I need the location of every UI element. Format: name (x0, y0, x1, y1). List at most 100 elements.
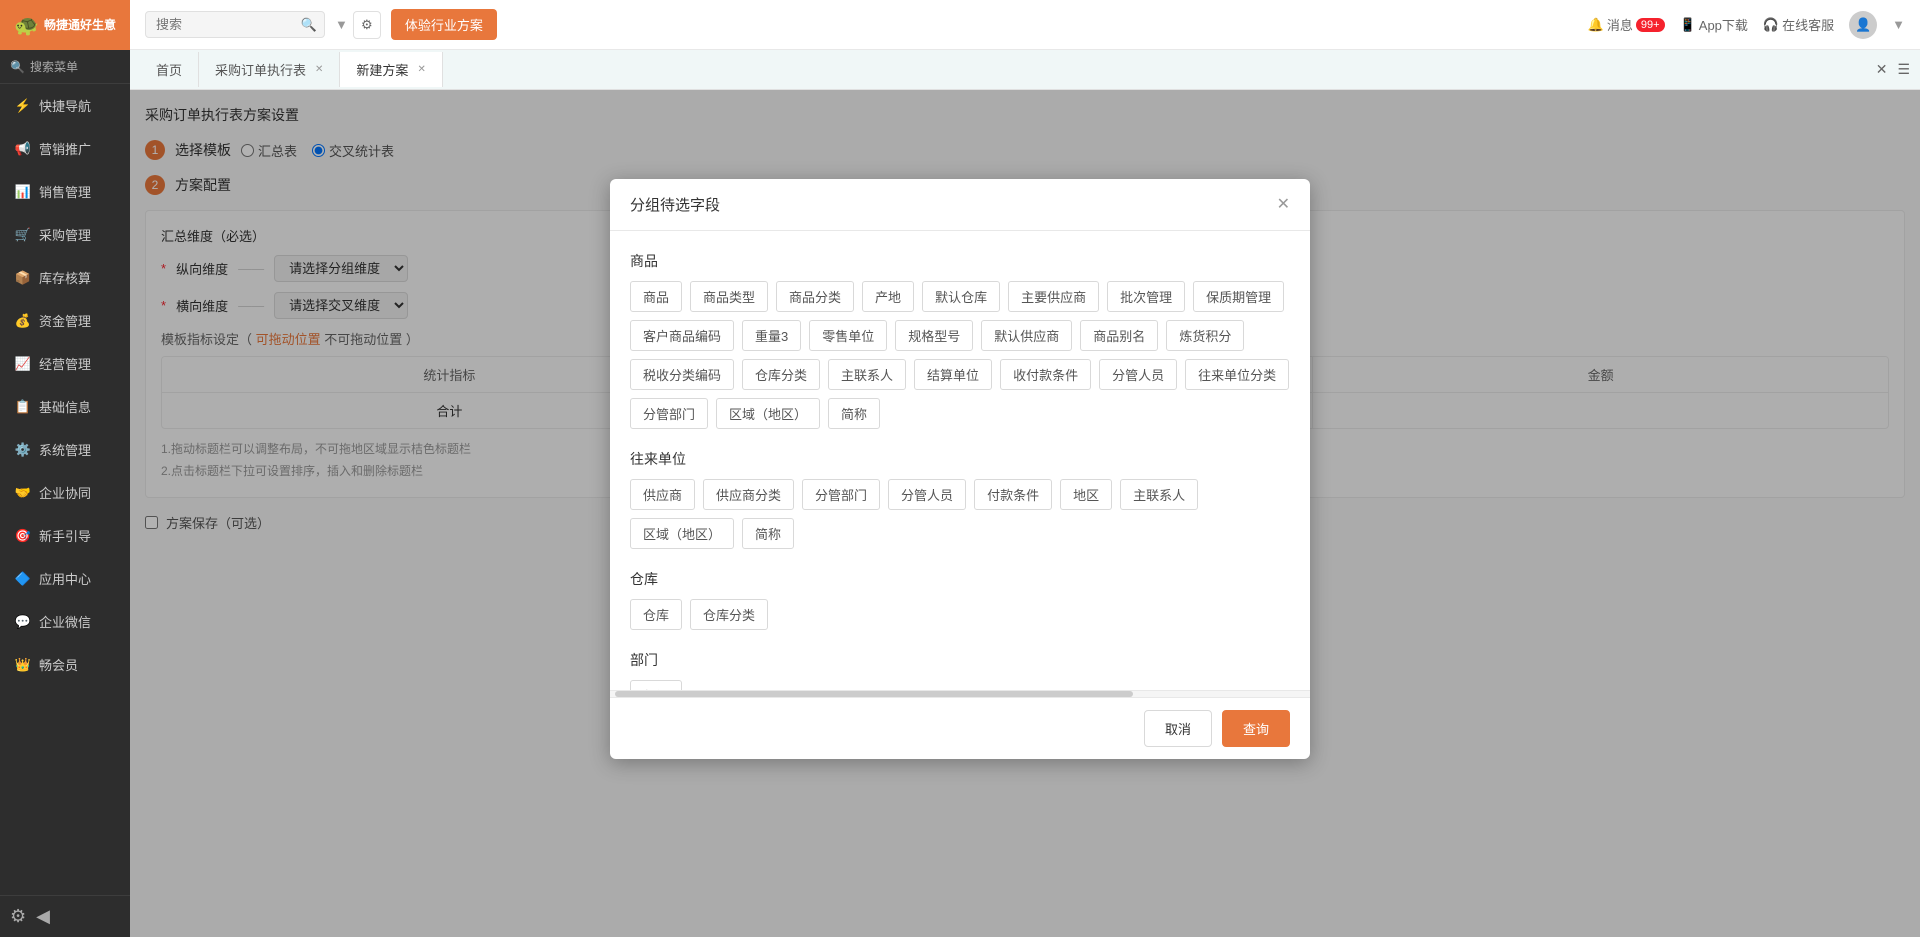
field-tag-product-14[interactable]: 炼货积分 (1166, 320, 1244, 351)
field-group-product: 商品商品商品类型商品分类产地默认仓库主要供应商批次管理保质期管理客户商品编码重量… (630, 251, 1290, 429)
field-tag-partner-1[interactable]: 供应商分类 (703, 479, 794, 510)
sidebar-collapse-btn[interactable]: ◀ (36, 906, 50, 927)
field-tag-product-20[interactable]: 分管人员 (1099, 359, 1177, 390)
topbar-right: 🔔 消息 99+ 📱 App下载 🎧 在线客服 👤 ▼ (1588, 11, 1905, 39)
field-tag-partner-3[interactable]: 分管人员 (888, 479, 966, 510)
field-tag-product-24[interactable]: 简称 (828, 398, 880, 429)
newbie-icon: 🎯 (15, 528, 31, 544)
sidebar-item-label-inventory: 库存核算 (39, 268, 91, 287)
system-icon: ⚙️ (15, 442, 31, 458)
modal-hscroll[interactable] (610, 690, 1310, 697)
sidebar-search[interactable]: 🔍 搜索菜单 (0, 50, 130, 84)
field-tag-product-18[interactable]: 结算单位 (914, 359, 992, 390)
user-avatar[interactable]: 👤 (1849, 11, 1877, 39)
field-tag-product-5[interactable]: 主要供应商 (1008, 281, 1099, 312)
field-group-partner: 往来单位供应商供应商分类分管部门分管人员付款条件地区主联系人区域（地区）简称 (630, 449, 1290, 549)
tab-new-plan[interactable]: 新建方案 ✕ (340, 52, 442, 87)
field-tag-partner-0[interactable]: 供应商 (630, 479, 695, 510)
tabbar-right: ✕ ☰ (1876, 61, 1910, 78)
field-tag-partner-6[interactable]: 主联系人 (1120, 479, 1198, 510)
sidebar-item-member[interactable]: 👑畅会员 (0, 643, 130, 686)
field-group-title-department: 部门 (630, 650, 1290, 670)
online-service-area[interactable]: 🎧 在线客服 (1763, 15, 1834, 34)
field-tag-product-10[interactable]: 零售单位 (809, 320, 887, 351)
quick-nav-icon: ⚡ (15, 98, 31, 114)
user-dropdown-arrow[interactable]: ▼ (1892, 17, 1905, 32)
field-tag-partner-8[interactable]: 简称 (742, 518, 794, 549)
tab-purchase-order[interactable]: 采购订单执行表✕ (199, 52, 340, 87)
sidebar-item-label-member: 畅会员 (39, 655, 78, 674)
field-tag-product-3[interactable]: 产地 (862, 281, 914, 312)
sidebar-item-inventory[interactable]: 📦库存核算 (0, 256, 130, 299)
topbar-gear-btn[interactable]: ⚙ (353, 11, 381, 39)
field-tag-partner-5[interactable]: 地区 (1060, 479, 1112, 510)
modal-close-btn[interactable]: ✕ (1277, 194, 1290, 214)
topbar-search-input[interactable] (145, 11, 325, 38)
field-tag-product-6[interactable]: 批次管理 (1107, 281, 1185, 312)
field-tag-product-15[interactable]: 税收分类编码 (630, 359, 734, 390)
phone-icon: 📱 (1680, 17, 1696, 33)
field-tag-product-4[interactable]: 默认仓库 (922, 281, 1000, 312)
field-tag-product-16[interactable]: 仓库分类 (742, 359, 820, 390)
topbar-left: 🔍 ▼ ⚙ 体验行业方案 (145, 9, 497, 40)
field-tag-product-12[interactable]: 默认供应商 (981, 320, 1072, 351)
sidebar-item-sales[interactable]: 📊销售管理 (0, 170, 130, 213)
sidebar-item-operation[interactable]: 📈经营管理 (0, 342, 130, 385)
logo-text: 畅捷通好生意 (44, 18, 116, 32)
app-download-area[interactable]: 📱 App下载 (1680, 15, 1748, 34)
field-tag-product-11[interactable]: 规格型号 (895, 320, 973, 351)
finance-icon: 💰 (15, 313, 31, 329)
tab-label-new-plan: 新建方案 (356, 60, 408, 79)
field-tag-product-7[interactable]: 保质期管理 (1193, 281, 1284, 312)
field-tag-product-13[interactable]: 商品别名 (1080, 320, 1158, 351)
notification-area[interactable]: 🔔 消息 99+ (1588, 15, 1665, 34)
app-download-label: App下载 (1699, 15, 1748, 34)
sidebar: 🐢 畅捷通好生意 🔍 搜索菜单 ⚡快捷导航📢营销推广📊销售管理🛒采购管理📦库存核… (0, 0, 130, 937)
field-tag-product-2[interactable]: 商品分类 (776, 281, 854, 312)
tabbar-close-icon[interactable]: ✕ (1876, 61, 1888, 78)
sidebar-item-quick-nav[interactable]: ⚡快捷导航 (0, 84, 130, 127)
sidebar-item-label-operation: 经营管理 (39, 354, 91, 373)
field-group-department: 部门部门 (630, 650, 1290, 690)
sidebar-item-label-corp: 企业协同 (39, 483, 91, 502)
field-tag-warehouse-0[interactable]: 仓库 (630, 599, 682, 630)
confirm-btn[interactable]: 查询 (1222, 710, 1290, 747)
sidebar-item-corp[interactable]: 🤝企业协同 (0, 471, 130, 514)
sidebar-item-finance[interactable]: 💰资金管理 (0, 299, 130, 342)
field-tag-department-0[interactable]: 部门 (630, 680, 682, 690)
field-tag-product-8[interactable]: 客户商品编码 (630, 320, 734, 351)
tab-close-new-plan[interactable]: ✕ (417, 64, 425, 75)
sidebar-item-marketing[interactable]: 📢营销推广 (0, 127, 130, 170)
field-tag-product-22[interactable]: 分管部门 (630, 398, 708, 429)
online-service-label: 在线客服 (1782, 15, 1834, 34)
cancel-btn[interactable]: 取消 (1144, 710, 1212, 747)
field-tag-product-1[interactable]: 商品类型 (690, 281, 768, 312)
field-tag-partner-7[interactable]: 区域（地区） (630, 518, 734, 549)
tab-close-purchase-order[interactable]: ✕ (315, 64, 323, 75)
modal-footer: 取消 查询 (610, 697, 1310, 759)
sidebar-item-apps[interactable]: 🔷应用中心 (0, 557, 130, 600)
field-tag-product-23[interactable]: 区域（地区） (716, 398, 820, 429)
sidebar-item-basic[interactable]: 📋基础信息 (0, 385, 130, 428)
field-tag-product-17[interactable]: 主联系人 (828, 359, 906, 390)
tabbar: 首页采购订单执行表✕ 新建方案 ✕ ✕ ☰ (130, 50, 1920, 90)
field-tag-product-0[interactable]: 商品 (630, 281, 682, 312)
search-icon: 🔍 (10, 60, 25, 74)
field-tag-partner-4[interactable]: 付款条件 (974, 479, 1052, 510)
field-tag-partner-2[interactable]: 分管部门 (802, 479, 880, 510)
sidebar-item-purchase[interactable]: 🛒采购管理 (0, 213, 130, 256)
sidebar-item-system[interactable]: ⚙️系统管理 (0, 428, 130, 471)
field-tag-warehouse-1[interactable]: 仓库分类 (690, 599, 768, 630)
field-tag-product-9[interactable]: 重量3 (742, 320, 801, 351)
sidebar-item-newbie[interactable]: 🎯新手引导 (0, 514, 130, 557)
sidebar-item-wechat[interactable]: 💬企业微信 (0, 600, 130, 643)
basic-icon: 📋 (15, 399, 31, 415)
tab-home[interactable]: 首页 (140, 52, 199, 87)
trial-btn[interactable]: 体验行业方案 (391, 9, 497, 40)
bell-icon: 🔔 (1588, 17, 1604, 33)
field-tag-product-19[interactable]: 收付款条件 (1000, 359, 1091, 390)
modal-body[interactable]: 商品商品商品类型商品分类产地默认仓库主要供应商批次管理保质期管理客户商品编码重量… (610, 231, 1310, 690)
tabbar-menu-icon[interactable]: ☰ (1897, 61, 1910, 78)
field-tag-product-21[interactable]: 往来单位分类 (1185, 359, 1289, 390)
sidebar-settings-btn[interactable]: ⚙ (10, 906, 26, 927)
